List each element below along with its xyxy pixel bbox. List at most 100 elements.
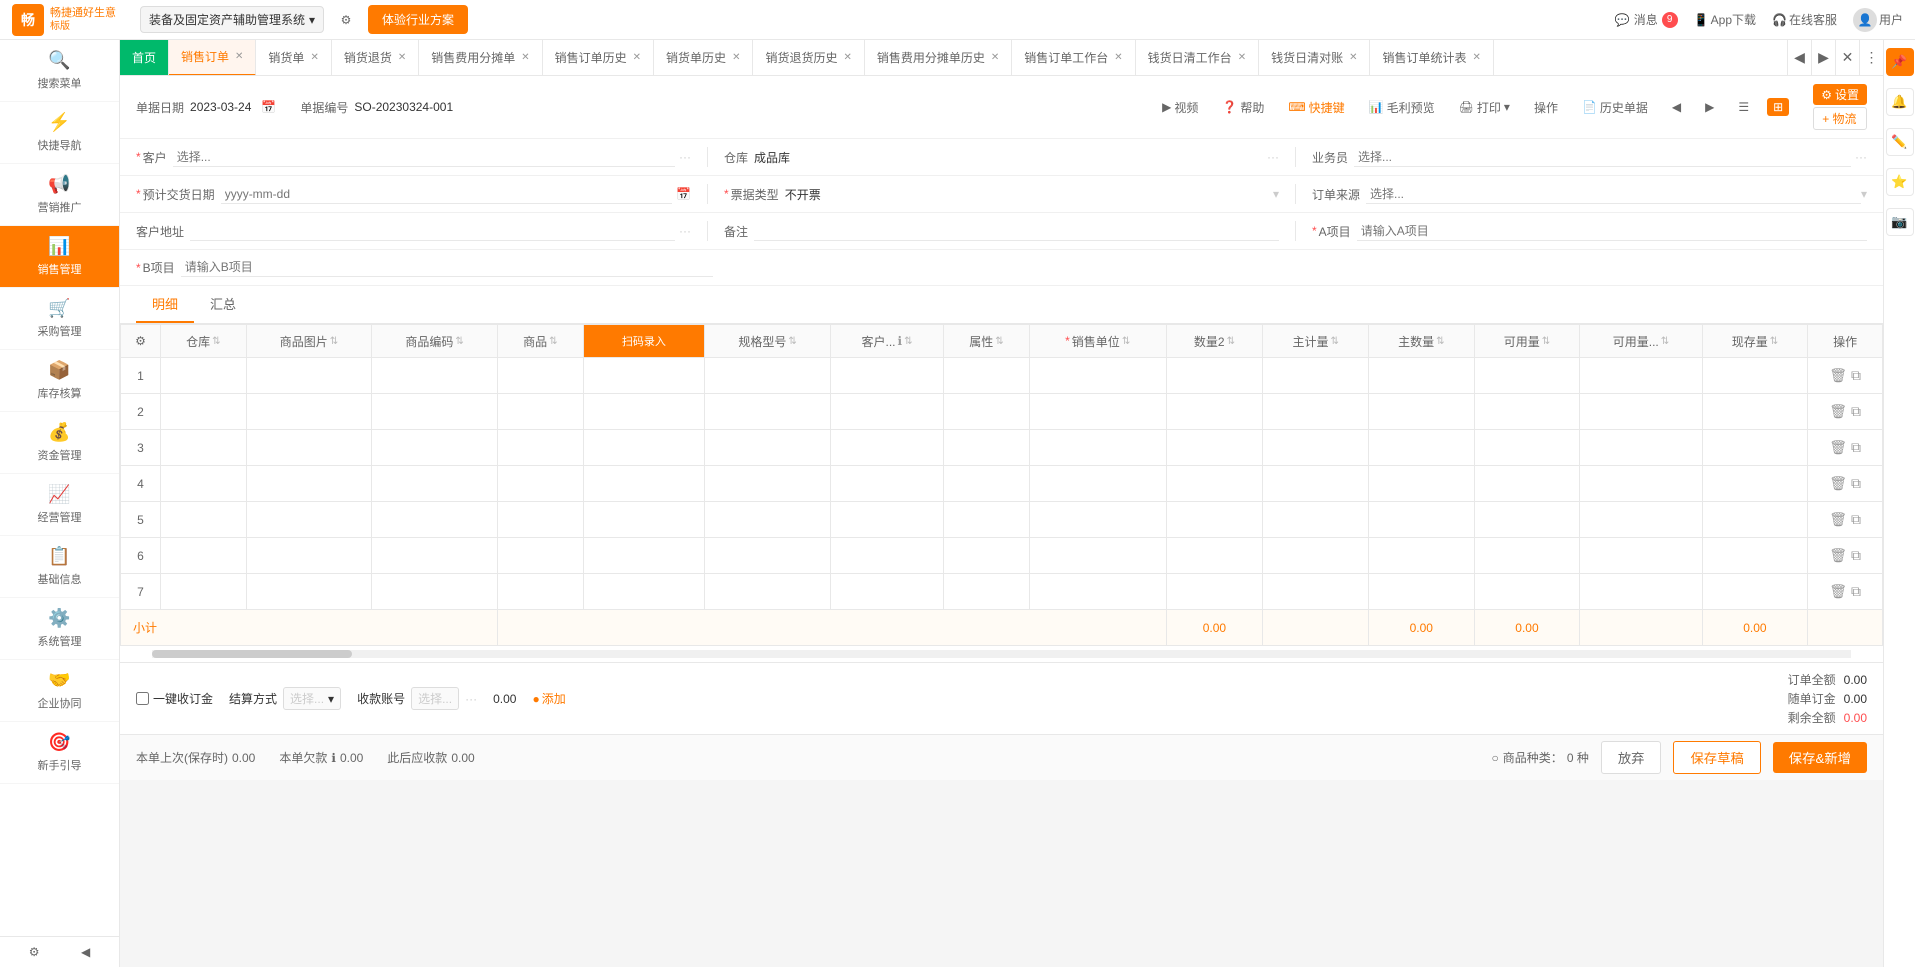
delivery-calendar-icon[interactable]: 📅	[676, 187, 691, 201]
scan-btn[interactable]: 扫码录入	[616, 331, 672, 351]
tab-return-history[interactable]: 销货退货历史 ✕	[753, 40, 864, 76]
delete-icon[interactable]: 🗑	[1829, 583, 1847, 600]
nav-prev-btn[interactable]: ◀	[1666, 98, 1687, 116]
tab-home[interactable]: 首页	[120, 40, 169, 76]
sidebar-item-cooperation[interactable]: 🤝 企业协同	[0, 660, 119, 722]
sidebar-item-sales[interactable]: 📊 销售管理	[0, 226, 119, 288]
system-selector[interactable]: 装备及固定资产辅助管理系统 ▾	[140, 6, 324, 33]
tab-daily-reconcile[interactable]: 钱货日清对账 ✕	[1259, 40, 1370, 76]
tab-next-btn[interactable]: ▶	[1811, 40, 1835, 76]
tab-sales-order-history[interactable]: 销售订单历史 ✕	[543, 40, 654, 76]
industry-btn[interactable]: 体验行业方案	[368, 5, 468, 34]
rs-pin-icon[interactable]: 📌	[1886, 48, 1914, 76]
rs-star-icon[interactable]: ⭐	[1886, 168, 1914, 196]
discard-btn[interactable]: 放弃	[1601, 741, 1662, 774]
sidebar-item-purchase[interactable]: 🛒 采购管理	[0, 288, 119, 350]
add-logistics-btn[interactable]: + 物流	[1813, 107, 1867, 130]
delete-icon[interactable]: 🗑	[1829, 475, 1847, 492]
tab-sales-return[interactable]: 销货退货 ✕	[332, 40, 419, 76]
copy-icon[interactable]: ⧉	[1851, 475, 1861, 492]
order-source-input[interactable]	[1366, 185, 1861, 204]
calendar-icon[interactable]: 📅	[261, 100, 276, 114]
order-source-arrow-icon[interactable]: ▾	[1861, 187, 1867, 201]
tab-close-icon[interactable]: ✕	[633, 52, 641, 63]
sidebar-item-search[interactable]: 🔍 搜索菜单	[0, 40, 119, 102]
shortcut-btn[interactable]: ⌨ 快捷键	[1282, 97, 1350, 118]
rs-edit-icon[interactable]: ✏️	[1886, 128, 1914, 156]
settlement-select[interactable]: 选择... ▾	[283, 687, 341, 710]
copy-icon[interactable]: ⧉	[1851, 583, 1861, 600]
settings-icon[interactable]: ⚙	[332, 6, 360, 34]
user-area[interactable]: 👤 用户	[1853, 8, 1903, 32]
list-view-btn[interactable]: ☰	[1732, 98, 1755, 116]
delete-icon[interactable]: 🗑	[1829, 367, 1847, 384]
add-btn[interactable]: ● 添加	[532, 690, 565, 707]
tab-summary[interactable]: 汇总	[194, 286, 252, 323]
invoice-arrow-icon[interactable]: ▾	[1273, 187, 1279, 201]
sidebar-item-management[interactable]: 📈 经营管理	[0, 474, 119, 536]
one-click-checkbox[interactable]	[136, 692, 149, 705]
copy-icon[interactable]: ⧉	[1851, 511, 1861, 528]
sidebar-collapse-icon[interactable]: ◀	[81, 945, 90, 959]
tab-close-icon[interactable]: ✕	[991, 52, 999, 63]
notification-area[interactable]: 💬 消息 9	[1615, 11, 1678, 28]
history-btn[interactable]: 📄 历史单据	[1576, 97, 1654, 118]
warehouse-more-icon[interactable]: ···	[1267, 150, 1279, 164]
print-btn[interactable]: 🖨 打印 ▾	[1453, 97, 1516, 118]
sidebar-item-inventory[interactable]: 📦 库存核算	[0, 350, 119, 412]
tab-expense-history[interactable]: 销售费用分摊单历史 ✕	[865, 40, 1012, 76]
tab-close-icon[interactable]: ✕	[1114, 52, 1122, 63]
save-draft-btn[interactable]: 保存草稿	[1673, 741, 1760, 774]
staff-more-icon[interactable]: ···	[1855, 150, 1867, 164]
delete-icon[interactable]: 🗑	[1829, 511, 1847, 528]
tab-sales-expense[interactable]: 销售费用分摊单 ✕	[419, 40, 542, 76]
nav-next-btn[interactable]: ▶	[1699, 98, 1720, 116]
tab-close-icon[interactable]: ✕	[732, 52, 740, 63]
delete-icon[interactable]: 🗑	[1829, 403, 1847, 420]
tab-close-icon[interactable]: ✕	[843, 52, 851, 63]
note-input[interactable]	[754, 222, 1279, 241]
sidebar-item-nav[interactable]: ⚡ 快捷导航	[0, 102, 119, 164]
b-project-input[interactable]	[181, 258, 713, 277]
address-input[interactable]	[190, 222, 675, 241]
delete-icon[interactable]: 🗑	[1829, 439, 1847, 456]
tab-detail[interactable]: 明细	[136, 286, 194, 323]
tab-close-icon[interactable]: ✕	[1473, 52, 1481, 63]
sidebar-item-guide[interactable]: 🎯 新手引导	[0, 722, 119, 784]
tab-close-icon[interactable]: ✕	[1349, 52, 1357, 63]
customer-more-icon[interactable]: ···	[679, 150, 691, 164]
tab-close-icon[interactable]: ✕	[235, 51, 243, 62]
tab-daily-workbench[interactable]: 钱货日清工作台 ✕	[1136, 40, 1259, 76]
grid-view-btn[interactable]: ⊞	[1767, 98, 1789, 116]
tab-stats[interactable]: 销售订单统计表 ✕	[1370, 40, 1493, 76]
tab-close-icon[interactable]: ✕	[398, 52, 406, 63]
tab-close-icon[interactable]: ✕	[521, 52, 529, 63]
tab-order-workbench[interactable]: 销售订单工作台 ✕	[1012, 40, 1135, 76]
online-service[interactable]: 🎧 在线客服	[1772, 11, 1837, 28]
tab-close-all-btn[interactable]: ✕	[1835, 40, 1859, 76]
tab-prev-btn[interactable]: ◀	[1787, 40, 1811, 76]
rs-camera-icon[interactable]: 📷	[1886, 208, 1914, 236]
sidebar-item-marketing[interactable]: 📢 营销推广	[0, 164, 119, 226]
save-new-btn[interactable]: 保存&新增	[1773, 742, 1867, 773]
tab-close-icon[interactable]: ✕	[310, 52, 318, 63]
account-more-icon[interactable]: ···	[465, 692, 477, 706]
table-scrollbar[interactable]	[152, 650, 1851, 658]
tab-sales-bill[interactable]: 销货单 ✕	[256, 40, 331, 76]
copy-icon[interactable]: ⧉	[1851, 547, 1861, 564]
profit-btn[interactable]: 📊 毛利预览	[1363, 97, 1441, 118]
a-project-input[interactable]	[1357, 222, 1867, 241]
copy-icon[interactable]: ⧉	[1851, 367, 1861, 384]
delivery-input[interactable]	[221, 185, 672, 204]
operation-btn[interactable]: 操作	[1528, 97, 1564, 118]
account-select[interactable]: 选择...	[411, 687, 459, 710]
tab-close-icon[interactable]: ✕	[1238, 52, 1246, 63]
view-btn[interactable]: ▶ 视频	[1156, 97, 1204, 118]
app-download[interactable]: 📱 App下载	[1694, 11, 1756, 28]
sidebar-settings-icon[interactable]: ⚙	[29, 945, 40, 959]
customer-input[interactable]	[173, 148, 675, 167]
copy-icon[interactable]: ⧉	[1851, 439, 1861, 456]
settings-btn[interactable]: ⚙ 设置	[1813, 84, 1867, 105]
rs-notification-icon[interactable]: 🔔	[1886, 88, 1914, 116]
address-more-icon[interactable]: ···	[679, 224, 691, 238]
